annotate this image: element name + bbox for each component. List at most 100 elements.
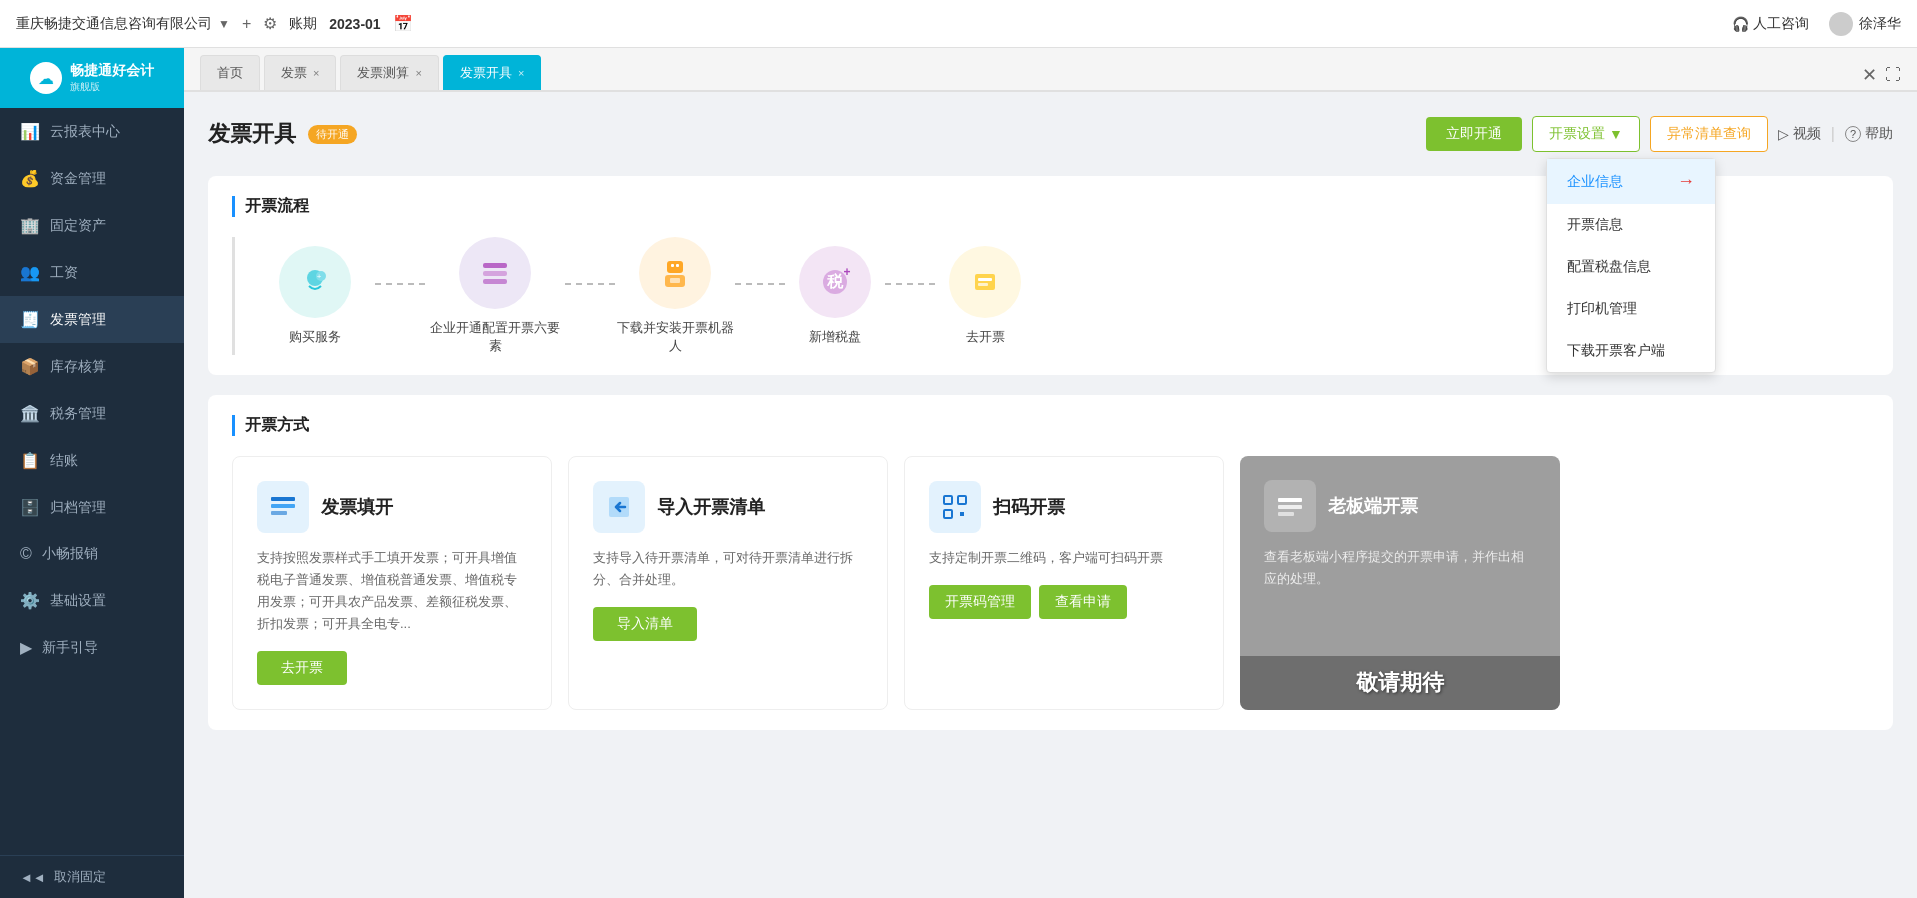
sidebar-item-xiaochang[interactable]: © 小畅报销 [0,531,184,577]
sidebar-item-fapiaoguanli[interactable]: 🧾 发票管理 [0,296,184,343]
svg-text:+: + [317,272,322,281]
sidebar-item-gongzi[interactable]: 👥 工资 [0,249,184,296]
zijin-icon: 💰 [20,169,40,188]
tab-fapiaokaiju-label: 发票开具 [460,64,512,82]
svg-rect-22 [958,496,966,504]
svg-text:税: 税 [826,272,844,290]
flow-step-go-invoice: 去开票 [935,246,1035,346]
scan-invoice-view-btn[interactable]: 查看申请 [1039,585,1127,619]
svg-rect-21 [944,496,952,504]
flow-step-add-tax-disk: 税+ 新增税盘 [785,246,885,346]
fill-invoice-icon [257,481,309,533]
yunbao-icon: 📊 [20,122,40,141]
import-invoice-btn[interactable]: 导入清单 [593,607,697,641]
svg-rect-4 [483,271,507,276]
config-enterprise-icon [459,237,531,309]
add-company-icon[interactable]: + [242,15,251,33]
pending-badge: 待开通 [308,125,357,144]
tab-fapiaocesuani-close[interactable]: × [415,67,421,79]
config-enterprise-label: 企业开通配置开票六要素 [430,319,560,355]
sidebar-item-jiezhang[interactable]: 📋 结账 [0,437,184,484]
sidebar-item-gudingzichan[interactable]: 🏢 固定资产 [0,202,184,249]
settings-dropdown-button[interactable]: 开票设置 ▼ [1532,116,1640,152]
svg-rect-27 [1278,512,1294,516]
sidebar-item-yunbao[interactable]: 📊 云报表中心 [0,108,184,155]
sidebar-logo: ☁ 畅捷通好会计 旗舰版 [0,48,184,108]
svg-rect-10 [670,278,680,283]
method-cards: 发票填开 支持按照发票样式手工填开发票；可开具增值税电子普通发票、增值税普通发票… [232,456,1869,710]
settings-btn-label: 开票设置 [1549,125,1605,143]
dropdown-item-invoice-info[interactable]: 开票信息 [1547,204,1715,246]
sidebar-item-xinshou[interactable]: ▶ 新手引导 [0,624,184,671]
sidebar-item-jichu[interactable]: ⚙️ 基础设置 [0,577,184,624]
sidebar-item-zijin[interactable]: 💰 资金管理 [0,155,184,202]
svg-text:+: + [843,265,850,279]
tab-close-panel-icon[interactable]: ✕ [1862,64,1877,86]
dropdown-item-enterprise-info[interactable]: 企业信息 → [1547,159,1715,204]
activate-button[interactable]: 立即开通 [1426,117,1522,151]
buy-service-label: 购买服务 [289,328,341,346]
scan-invoice-code-btn[interactable]: 开票码管理 [929,585,1031,619]
dropdown-item-printer[interactable]: 打印机管理 [1547,288,1715,330]
fill-invoice-btn[interactable]: 去开票 [257,651,347,685]
abnormal-list-button[interactable]: 异常清单查询 [1650,116,1768,152]
support-btn[interactable]: 🎧 人工咨询 [1732,15,1809,33]
jiezhang-icon: 📋 [20,451,40,470]
username-label: 徐泽华 [1859,15,1901,33]
svg-rect-3 [483,263,507,268]
sidebar-item-kucun[interactable]: 📦 库存核算 [0,343,184,390]
dropdown-item-download-client[interactable]: 下载开票客户端 [1547,330,1715,372]
logo-subtitle: 旗舰版 [70,80,154,94]
company-dropdown-icon[interactable]: ▼ [218,17,230,31]
download-robot-label: 下载并安装开票机器人 [615,319,735,355]
svg-rect-26 [1278,505,1302,509]
tab-fapiao[interactable]: 发票 × [264,55,336,90]
connector-3 [735,283,785,285]
headset-icon: 🎧 [1732,16,1749,32]
svg-rect-5 [483,279,507,284]
fill-invoice-card: 发票填开 支持按照发票样式手工填开发票；可开具增值税电子普通发票、增值税普通发票… [232,456,552,710]
dropdown-item-tax-disk[interactable]: 配置税盘信息 [1547,246,1715,288]
tab-fapiaokaiju[interactable]: 发票开具 × [443,55,541,90]
content-area: 首页 发票 × 发票测算 × 发票开具 × ✕ ⛶ [184,48,1917,898]
go-invoice-icon [949,246,1021,318]
help-button[interactable]: ? 帮助 [1845,125,1893,143]
flow-step-config-enterprise: 企业开通配置开票六要素 [425,237,565,355]
video-button[interactable]: ▷ 视频 [1778,125,1821,143]
method-section-title: 开票方式 [232,415,1869,436]
import-invoice-card: 导入开票清单 支持导入待开票清单，可对待开票清单进行拆分、合并处理。 导入清单 [568,456,888,710]
guidan-icon: 🗄️ [20,498,40,517]
tab-fapiao-close[interactable]: × [313,67,319,79]
tab-fapiaocesuani[interactable]: 发票测算 × [340,55,438,90]
tab-home-label: 首页 [217,65,243,80]
scan-invoice-title: 扫码开票 [993,495,1065,519]
xinshou-icon: ▶ [20,638,32,657]
fapiaoguanli-icon: 🧾 [20,310,40,329]
period-label: 账期 [289,15,317,33]
page-header: 发票开具 待开通 立即开通 开票设置 ▼ 异常清单查询 ▷ [208,116,1893,152]
settings-icon[interactable]: ⚙ [263,14,277,33]
jichu-icon: ⚙️ [20,591,40,610]
tab-home[interactable]: 首页 [200,55,260,90]
import-invoice-title: 导入开票清单 [657,495,765,519]
import-invoice-desc: 支持导入待开票清单，可对待开票清单进行拆分、合并处理。 [593,547,863,591]
user-btn[interactable]: 徐泽华 [1829,12,1901,36]
svg-rect-16 [978,283,988,286]
svg-rect-19 [271,511,287,515]
sidebar-item-shuiwu[interactable]: 🏛️ 税务管理 [0,390,184,437]
boss-invoice-card: 老板端开票 查看老板端小程序提交的开票申请，并作出相应的处理。 敬请期待 [1240,456,1560,710]
sidebar-item-guidan[interactable]: 🗄️ 归档管理 [0,484,184,531]
xiaochang-icon: © [20,545,32,563]
svg-rect-15 [978,278,992,281]
flow-step-buy-service: + 购买服务 [255,246,375,346]
tab-bar: 首页 发票 × 发票测算 × 发票开具 × ✕ ⛶ [184,48,1917,92]
sidebar-bottom-action[interactable]: ◄◄ 取消固定 [0,855,184,898]
flow-step-download-robot: 下载并安装开票机器人 [615,237,735,355]
calendar-icon[interactable]: 📅 [393,14,413,33]
tab-expand-icon[interactable]: ⛶ [1885,66,1901,84]
tab-fapiaokaiju-close[interactable]: × [518,67,524,79]
svg-rect-23 [944,510,952,518]
svg-rect-8 [676,264,679,267]
gongzi-icon: 👥 [20,263,40,282]
add-tax-disk-label: 新增税盘 [809,328,861,346]
